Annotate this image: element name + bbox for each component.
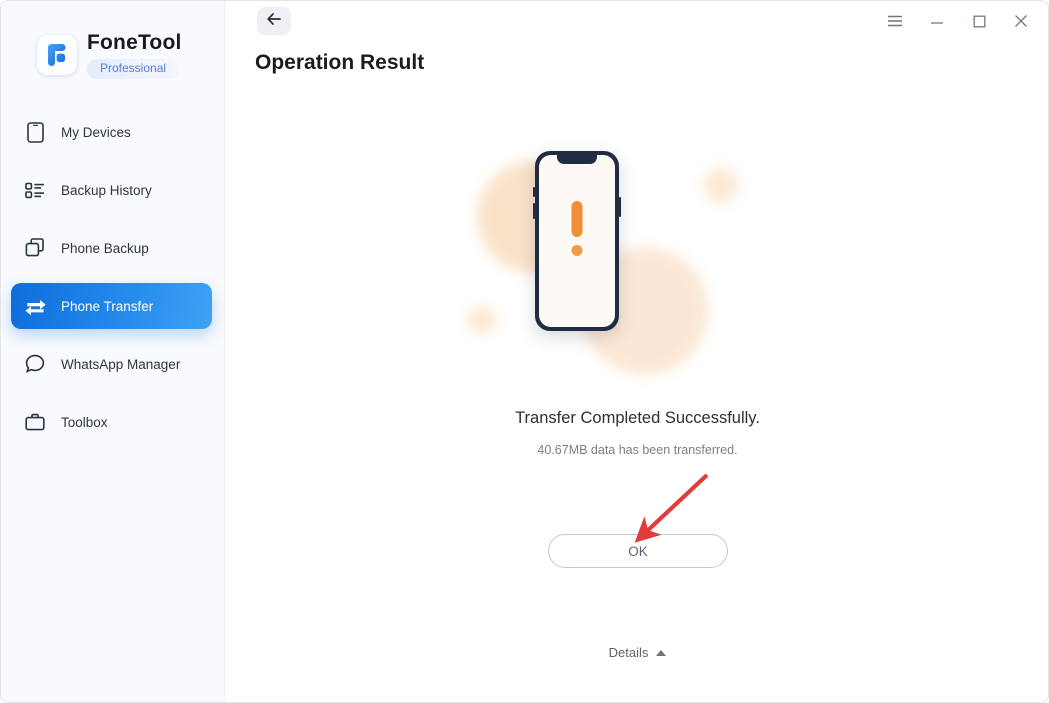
caret-up-icon xyxy=(656,649,667,656)
briefcase-icon xyxy=(23,410,47,434)
close-icon[interactable] xyxy=(1000,1,1042,41)
sidebar-item-label: Backup History xyxy=(61,182,152,198)
phone-side-button xyxy=(533,203,535,219)
chat-bubble-icon xyxy=(23,352,47,376)
page-title: Operation Result xyxy=(255,51,425,74)
back-button[interactable] xyxy=(257,7,291,35)
sidebar-item-label: Phone Transfer xyxy=(61,298,154,314)
phone-screen xyxy=(539,155,615,327)
window-controls xyxy=(874,1,1048,41)
exclamation-dot-icon xyxy=(571,245,583,256)
phone-icon xyxy=(23,120,47,144)
sidebar-item-phone-backup[interactable]: Phone Backup xyxy=(11,225,212,271)
sidebar-nav: My Devices Backup History Phone Backup P… xyxy=(1,109,224,445)
sidebar-item-label: Phone Backup xyxy=(61,240,149,256)
minimize-icon[interactable] xyxy=(916,1,958,41)
sidebar-item-label: WhatsApp Manager xyxy=(61,356,181,372)
sidebar-item-label: My Devices xyxy=(61,124,131,140)
list-icon xyxy=(23,178,47,202)
back-arrow-icon xyxy=(266,12,282,31)
sidebar-item-label: Toolbox xyxy=(61,414,108,430)
phone-notch xyxy=(557,155,597,164)
phone-exclamation-illustration xyxy=(461,147,739,375)
sidebar-item-whatsapp-manager[interactable]: WhatsApp Manager xyxy=(11,341,212,387)
phone-side-button xyxy=(533,187,535,197)
fonetool-logo-icon xyxy=(37,35,77,75)
main-content: Transfer Completed Successfully. 40.67MB… xyxy=(225,89,1048,702)
app-window: FoneTool Professional My Devices Backup … xyxy=(0,0,1049,703)
edition-badge: Professional xyxy=(87,59,180,79)
details-toggle[interactable]: Details xyxy=(225,645,1048,660)
ok-button[interactable]: OK xyxy=(548,534,728,568)
details-label: Details xyxy=(608,645,649,660)
result-subtitle: 40.67MB data has been transferred. xyxy=(537,443,738,457)
brand-text: FoneTool Professional xyxy=(87,31,182,79)
sidebar: FoneTool Professional My Devices Backup … xyxy=(1,1,225,702)
exclamation-bar-icon xyxy=(571,201,583,237)
maximize-icon[interactable] xyxy=(958,1,1000,41)
sidebar-item-backup-history[interactable]: Backup History xyxy=(11,167,212,213)
sidebar-item-phone-transfer[interactable]: Phone Transfer xyxy=(11,283,212,329)
copy-icon xyxy=(23,236,47,260)
hamburger-icon[interactable] xyxy=(874,1,916,41)
brand: FoneTool Professional xyxy=(1,1,224,79)
phone-side-button xyxy=(619,197,621,217)
phone-graphic xyxy=(533,151,621,331)
decorative-blob xyxy=(467,305,497,335)
sidebar-item-toolbox[interactable]: Toolbox xyxy=(11,399,212,445)
result-title: Transfer Completed Successfully. xyxy=(515,409,760,427)
decorative-blob xyxy=(703,167,739,203)
transfer-arrows-icon xyxy=(23,294,47,318)
brand-name: FoneTool xyxy=(87,31,182,54)
sidebar-item-my-devices[interactable]: My Devices xyxy=(11,109,212,155)
